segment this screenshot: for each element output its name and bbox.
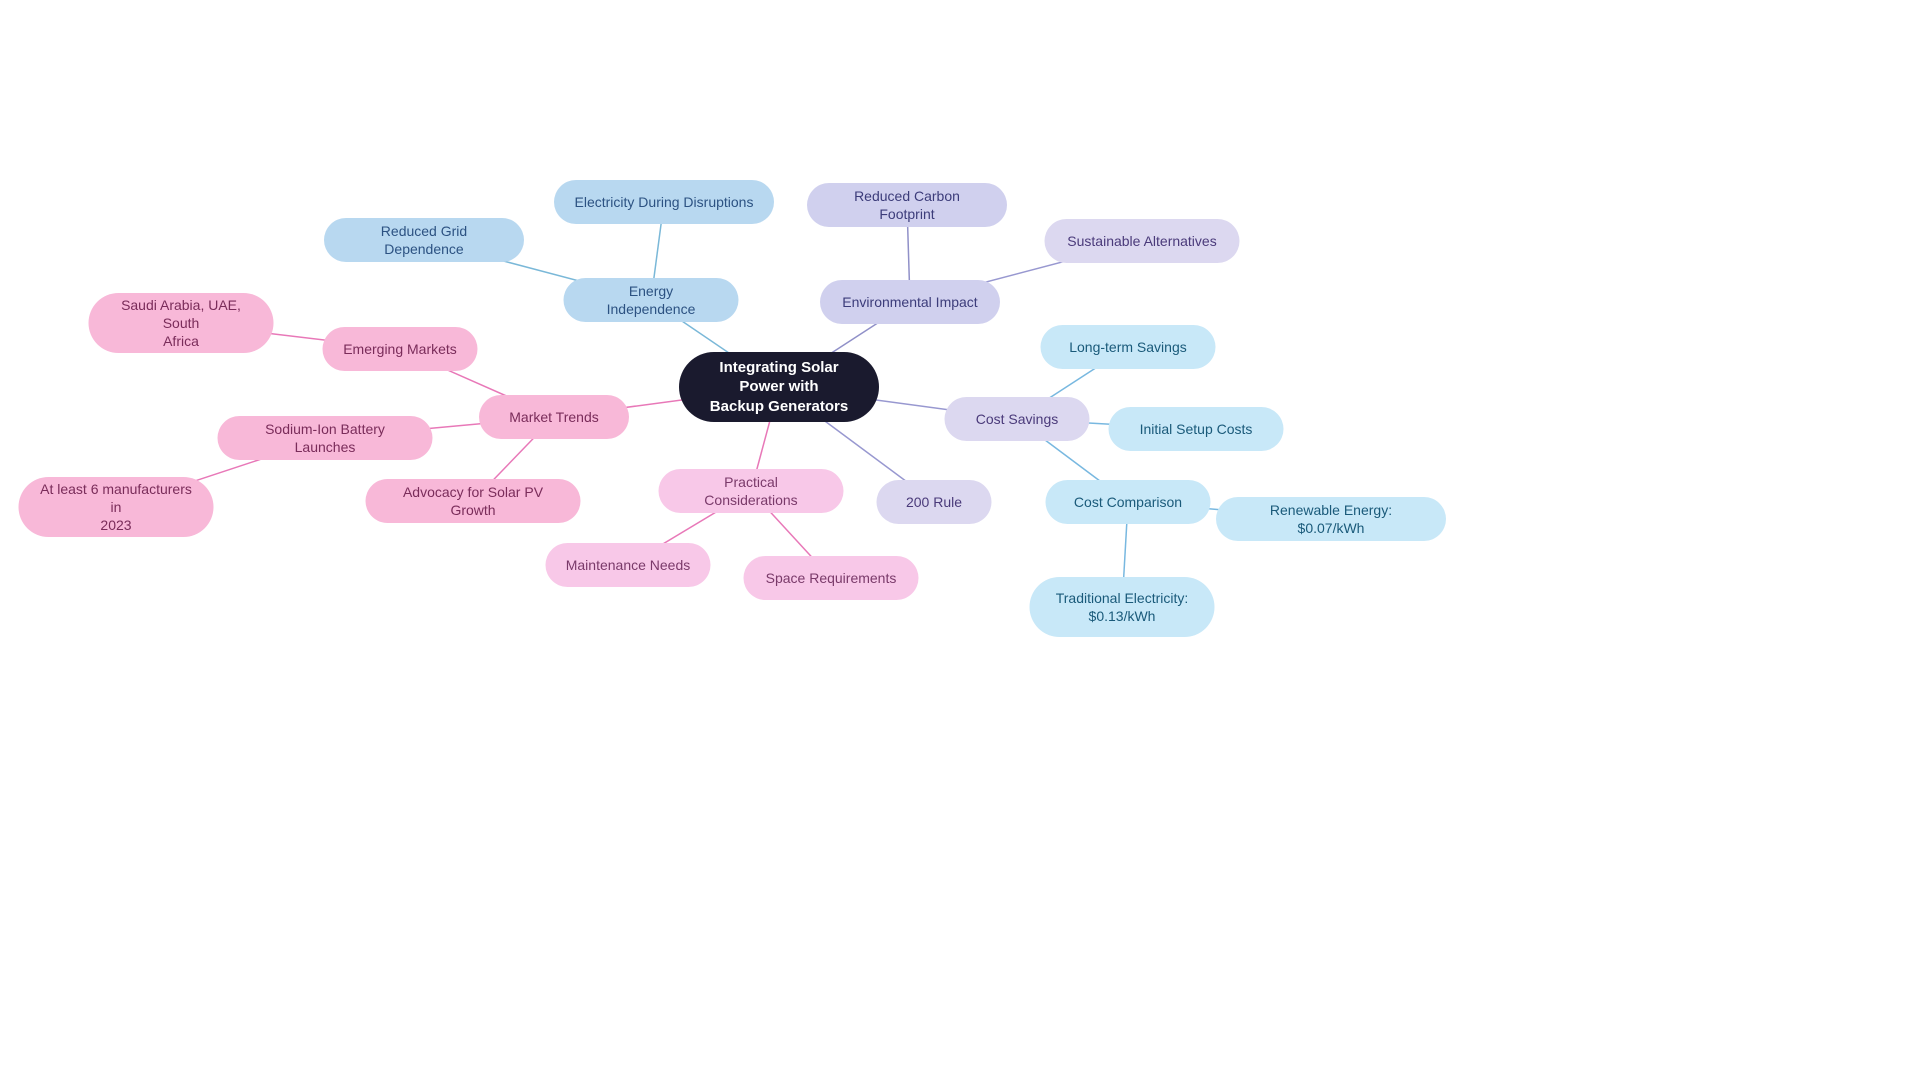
node-advocacy[interactable]: Advocacy for Solar PV Growth xyxy=(366,479,581,523)
node-space-requirements[interactable]: Space Requirements xyxy=(744,556,919,600)
node-renewable-energy[interactable]: Renewable Energy: $0.07/kWh xyxy=(1216,497,1446,541)
node-practical-considerations[interactable]: Practical Considerations xyxy=(659,469,844,513)
node-emerging-markets[interactable]: Emerging Markets xyxy=(323,327,478,371)
node-initial-setup[interactable]: Initial Setup Costs xyxy=(1109,407,1284,451)
node-environmental-impact[interactable]: Environmental Impact xyxy=(820,280,1000,324)
node-saudi-arabia[interactable]: Saudi Arabia, UAE, South Africa xyxy=(89,293,274,353)
node-sustainable-alternatives[interactable]: Sustainable Alternatives xyxy=(1045,219,1240,263)
node-traditional-electricity[interactable]: Traditional Electricity: $0.13/kWh xyxy=(1030,577,1215,637)
connection-lines xyxy=(0,0,1920,1083)
node-electricity-disruptions[interactable]: Electricity During Disruptions xyxy=(554,180,774,224)
node-200-rule[interactable]: 200 Rule xyxy=(877,480,992,524)
node-market-trends[interactable]: Market Trends xyxy=(479,395,629,439)
node-maintenance-needs[interactable]: Maintenance Needs xyxy=(546,543,711,587)
node-longterm-savings[interactable]: Long-term Savings xyxy=(1041,325,1216,369)
mindmap-container: Integrating Solar Power with Backup Gene… xyxy=(0,0,1920,1083)
node-sodium-ion[interactable]: Sodium-Ion Battery Launches xyxy=(218,416,433,460)
node-reduced-carbon[interactable]: Reduced Carbon Footprint xyxy=(807,183,1007,227)
node-atleast-manufacturers[interactable]: At least 6 manufacturers in 2023 xyxy=(19,477,214,537)
node-reduced-grid[interactable]: Reduced Grid Dependence xyxy=(324,218,524,262)
node-cost-comparison[interactable]: Cost Comparison xyxy=(1046,480,1211,524)
node-cost-savings[interactable]: Cost Savings xyxy=(945,397,1090,441)
center-node[interactable]: Integrating Solar Power with Backup Gene… xyxy=(679,352,879,422)
node-energy-independence[interactable]: Energy Independence xyxy=(564,278,739,322)
